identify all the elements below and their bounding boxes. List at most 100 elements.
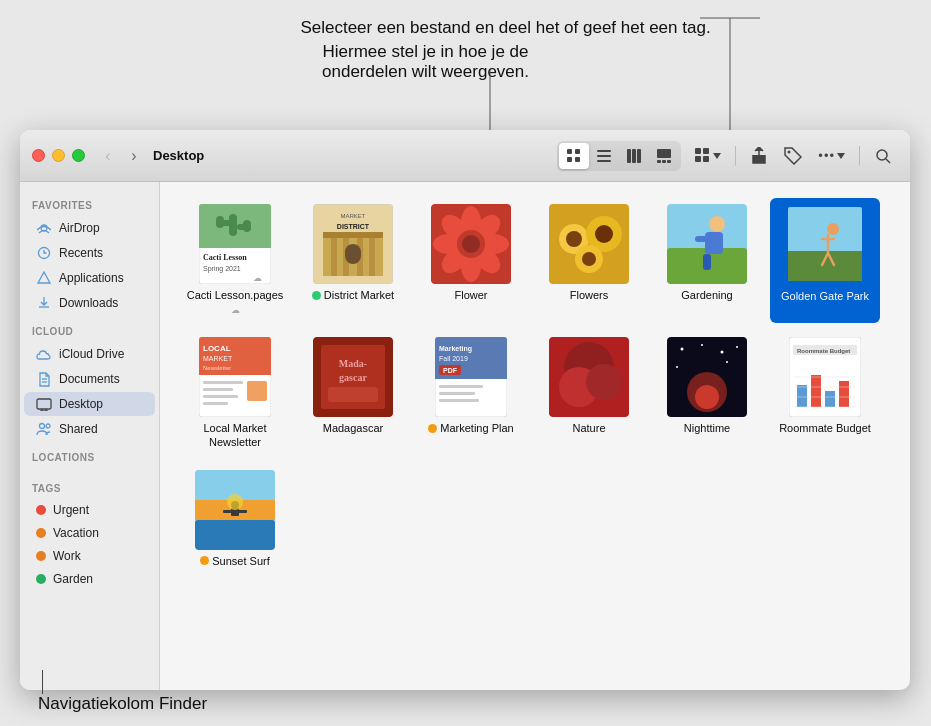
share-button[interactable] xyxy=(744,141,774,171)
svg-point-22 xyxy=(788,150,791,153)
sidebar-item-icloud-drive[interactable]: iCloud Drive xyxy=(24,342,155,366)
file-item-marketing[interactable]: Marketing Fall 2019 PDF Marketing Plan xyxy=(416,331,526,456)
downloads-icon xyxy=(36,295,52,311)
svg-rect-85 xyxy=(199,371,271,375)
svg-text:PDF: PDF xyxy=(443,367,458,374)
svg-rect-6 xyxy=(575,157,580,162)
file-item-nighttime[interactable]: Nighttime xyxy=(652,331,762,456)
view-columns-button[interactable] xyxy=(619,143,649,169)
vacation-label: Vacation xyxy=(53,526,99,540)
close-button[interactable] xyxy=(32,149,45,162)
forward-button[interactable]: › xyxy=(123,145,145,167)
svg-rect-53 xyxy=(345,244,361,264)
svg-rect-101 xyxy=(435,375,507,379)
flowers-thumbnail xyxy=(549,204,629,284)
svg-rect-17 xyxy=(695,148,701,154)
file-item-nature[interactable]: Nature xyxy=(534,331,644,456)
fullscreen-button[interactable] xyxy=(72,149,85,162)
svg-rect-128 xyxy=(839,381,849,407)
sidebar-item-work[interactable]: Work xyxy=(24,545,155,567)
sidebar-item-airdrop[interactable]: AirDrop xyxy=(24,216,155,240)
garden-label: Garden xyxy=(53,572,93,586)
svg-rect-77 xyxy=(705,232,723,254)
svg-rect-106 xyxy=(439,385,483,388)
cacti-name: Cacti Lesson.pages ☁ xyxy=(185,288,285,317)
svg-point-112 xyxy=(586,364,622,400)
svg-text:Mada-: Mada- xyxy=(339,358,367,369)
svg-rect-19 xyxy=(695,156,701,162)
marketing-name: Marketing Plan xyxy=(428,421,513,435)
view-gallery-button[interactable] xyxy=(649,143,679,169)
sidebar-item-recents[interactable]: Recents xyxy=(24,241,155,265)
svg-rect-40 xyxy=(216,216,224,228)
svg-rect-52 xyxy=(369,238,375,276)
svg-point-140 xyxy=(227,494,243,510)
roommate-thumbnail: Roommate Budget xyxy=(785,337,865,417)
svg-point-73 xyxy=(582,252,596,266)
svg-point-118 xyxy=(721,350,724,353)
svg-rect-93 xyxy=(247,381,267,401)
view-list-button[interactable] xyxy=(589,143,619,169)
content-area: Favorites AirDrop xyxy=(20,182,910,690)
sort-dropdown[interactable] xyxy=(689,145,727,167)
file-item-golden[interactable]: Golden Gate Park xyxy=(770,198,880,323)
svg-text:Cacti Lesson: Cacti Lesson xyxy=(203,253,247,262)
urgent-label: Urgent xyxy=(53,503,89,517)
sunset-badge xyxy=(200,556,209,565)
marketing-thumbnail: Marketing Fall 2019 PDF xyxy=(431,337,511,417)
sidebar-item-garden[interactable]: Garden xyxy=(24,568,155,590)
svg-text:LOCAL: LOCAL xyxy=(203,344,231,353)
file-item-madagascar[interactable]: Mada- gascar Madagascar xyxy=(298,331,408,456)
sidebar-item-downloads[interactable]: Downloads xyxy=(24,291,155,315)
annotation-line3: onderdelen wilt weergeven. xyxy=(322,62,529,82)
search-button[interactable] xyxy=(868,141,898,171)
shared-label: Shared xyxy=(59,422,98,436)
file-item-district[interactable]: DISTRICT MARKET District Market xyxy=(298,198,408,323)
file-item-sunset[interactable]: Sunset Surf xyxy=(180,464,290,574)
sidebar-item-documents[interactable]: Documents xyxy=(24,367,155,391)
sunset-thumbnail xyxy=(195,470,275,550)
svg-rect-18 xyxy=(703,148,709,154)
view-icons-button[interactable] xyxy=(559,143,589,169)
airdrop-icon xyxy=(36,220,52,236)
finder-window: ‹ › Desktop xyxy=(20,130,910,690)
file-item-cacti[interactable]: Cacti Lesson Spring 2021 ☁ Cacti Lesson.… xyxy=(180,198,290,323)
file-item-roommate[interactable]: Roommate Budget Roommate Budget xyxy=(770,331,880,456)
svg-rect-7 xyxy=(597,150,611,152)
svg-rect-98 xyxy=(328,387,378,402)
sidebar-item-urgent[interactable]: Urgent xyxy=(24,499,155,521)
file-item-gardening[interactable]: Gardening xyxy=(652,198,762,323)
svg-rect-92 xyxy=(203,402,228,405)
sidebar-item-applications[interactable]: Applications xyxy=(24,266,155,290)
roommate-name: Roommate Budget xyxy=(779,421,871,435)
tag-button[interactable] xyxy=(778,141,808,171)
bottom-callout-container: Navigatiekolom Finder xyxy=(38,670,207,714)
more-button[interactable]: ••• xyxy=(812,145,851,166)
sidebar-item-desktop[interactable]: Desktop xyxy=(24,392,155,416)
sidebar-item-vacation[interactable]: Vacation xyxy=(24,522,155,544)
svg-rect-91 xyxy=(203,395,238,398)
back-button[interactable]: ‹ xyxy=(97,145,119,167)
desktop-label: Desktop xyxy=(59,397,103,411)
local-market-thumbnail: LOCAL MARKET Newsletter xyxy=(195,337,275,417)
file-grid: Cacti Lesson Spring 2021 ☁ Cacti Lesson.… xyxy=(160,182,910,690)
svg-rect-78 xyxy=(695,236,709,242)
file-item-flower[interactable]: Flower xyxy=(416,198,526,323)
cacti-thumbnail: Cacti Lesson Spring 2021 ☁ xyxy=(195,204,275,284)
file-item-local-market[interactable]: LOCAL MARKET Newsletter Local Market New… xyxy=(180,331,290,456)
svg-rect-107 xyxy=(439,392,475,395)
svg-point-33 xyxy=(40,424,45,429)
desktop-icon xyxy=(36,396,52,412)
airdrop-label: AirDrop xyxy=(59,221,100,235)
flower-thumbnail xyxy=(431,204,511,284)
district-thumbnail: DISTRICT MARKET xyxy=(313,204,393,284)
svg-text:Newsletter: Newsletter xyxy=(203,365,231,371)
icloud-drive-label: iCloud Drive xyxy=(59,347,124,361)
svg-rect-127 xyxy=(825,391,835,407)
minimize-button[interactable] xyxy=(52,149,65,162)
svg-point-72 xyxy=(595,225,613,243)
svg-point-121 xyxy=(676,366,678,368)
sidebar-item-shared[interactable]: Shared xyxy=(24,417,155,441)
svg-rect-8 xyxy=(597,155,611,157)
file-item-flowers[interactable]: Flowers xyxy=(534,198,644,323)
